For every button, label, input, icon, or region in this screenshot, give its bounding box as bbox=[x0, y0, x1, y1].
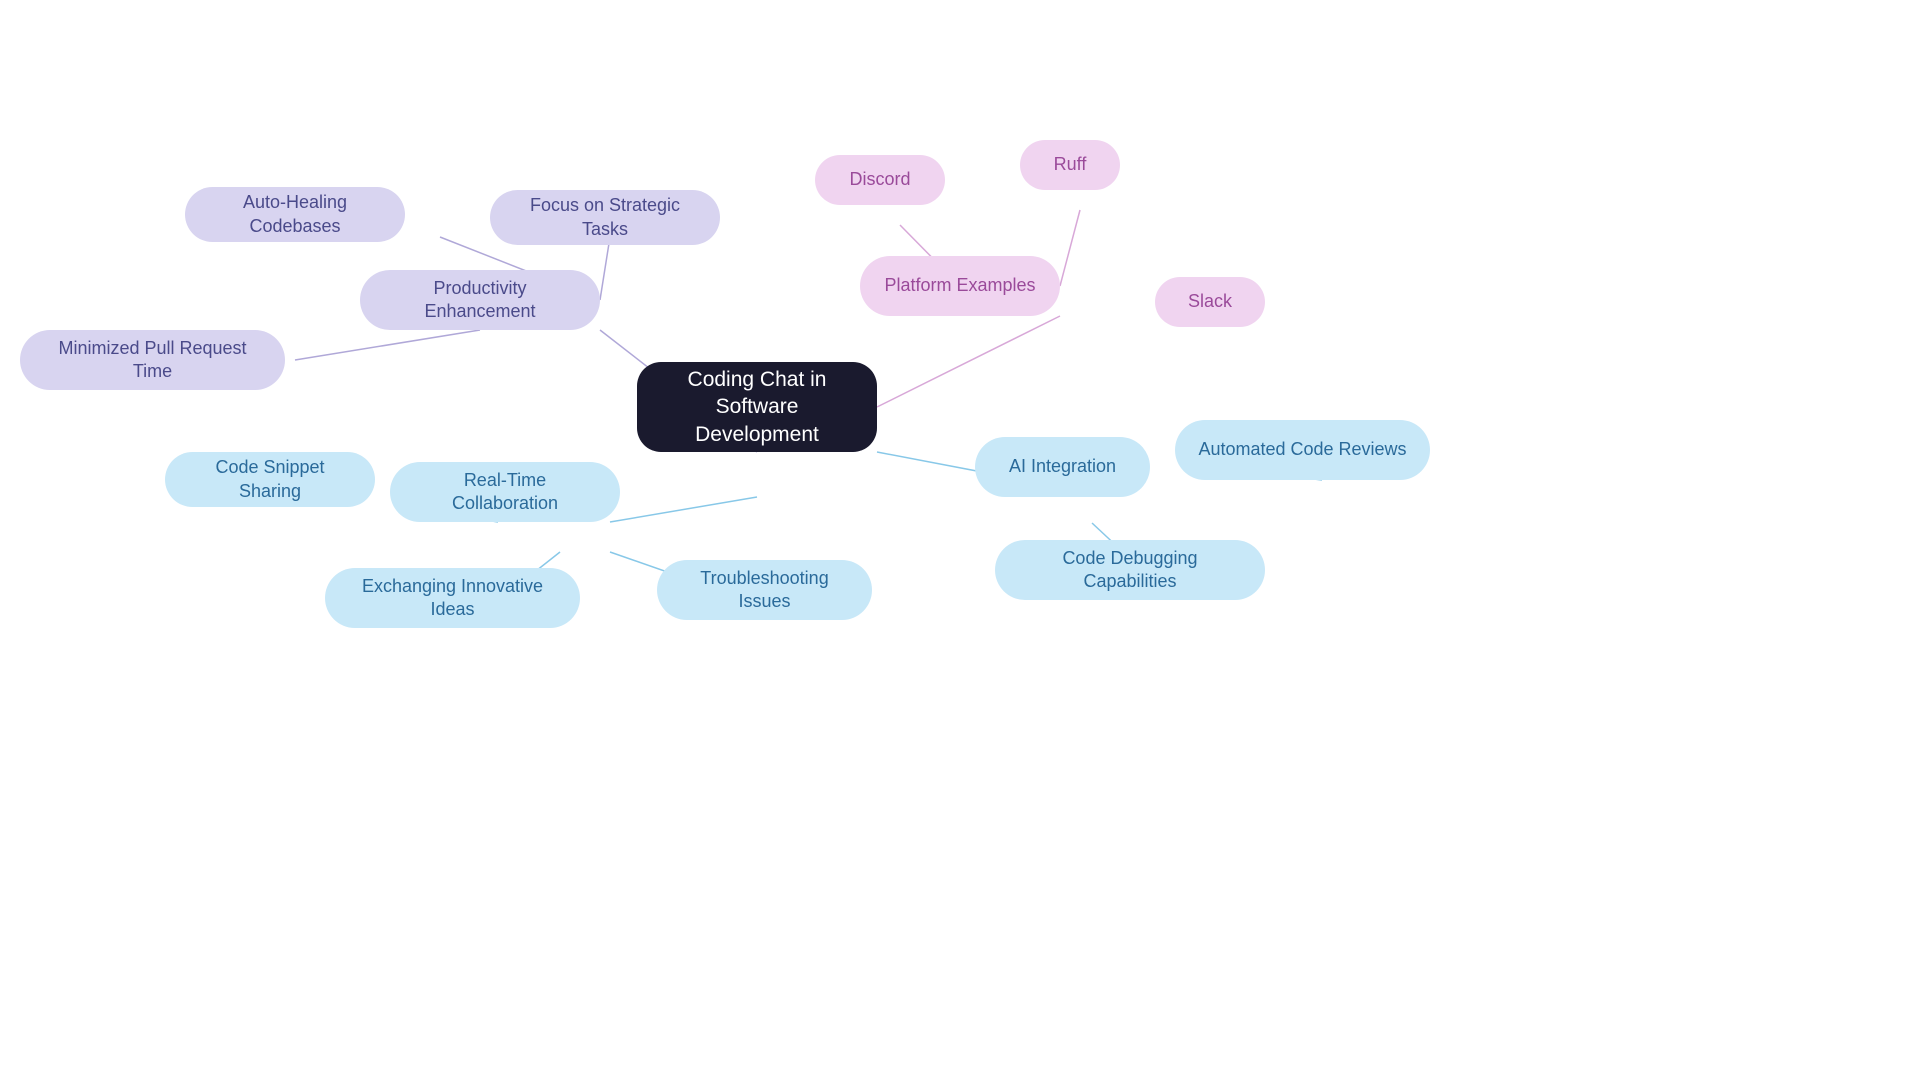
code-snippet-node: Code Snippet Sharing bbox=[165, 452, 375, 507]
automated-code-reviews-node: Automated Code Reviews bbox=[1175, 420, 1430, 480]
focus-strategic-label: Focus on Strategic Tasks bbox=[512, 194, 698, 241]
slack-node: Slack bbox=[1155, 277, 1265, 327]
auto-healing-node: Auto-Healing Codebases bbox=[185, 187, 405, 242]
code-debugging-label: Code Debugging Capabilities bbox=[1017, 547, 1243, 594]
troubleshooting-node: Troubleshooting Issues bbox=[657, 560, 872, 620]
platform-examples-label: Platform Examples bbox=[884, 274, 1035, 297]
center-node: Coding Chat in Software Development bbox=[637, 362, 877, 452]
minimized-pr-label: Minimized Pull Request Time bbox=[42, 337, 263, 384]
ruff-node: Ruff bbox=[1020, 140, 1120, 190]
mind-map-connections bbox=[0, 0, 1920, 1083]
exchanging-ideas-label: Exchanging Innovative Ideas bbox=[347, 575, 558, 622]
ruff-label: Ruff bbox=[1054, 153, 1087, 176]
code-debugging-node: Code Debugging Capabilities bbox=[995, 540, 1265, 600]
center-label: Coding Chat in Software Development bbox=[659, 366, 855, 448]
automated-code-reviews-label: Automated Code Reviews bbox=[1198, 438, 1406, 461]
minimized-pr-node: Minimized Pull Request Time bbox=[20, 330, 285, 390]
auto-healing-label: Auto-Healing Codebases bbox=[207, 191, 383, 238]
troubleshooting-label: Troubleshooting Issues bbox=[679, 567, 850, 614]
discord-node: Discord bbox=[815, 155, 945, 205]
productivity-label: Productivity Enhancement bbox=[382, 277, 578, 324]
ai-integration-node: AI Integration bbox=[975, 437, 1150, 497]
slack-label: Slack bbox=[1188, 290, 1232, 313]
discord-label: Discord bbox=[849, 168, 910, 191]
code-snippet-label: Code Snippet Sharing bbox=[187, 456, 353, 503]
ai-integration-label: AI Integration bbox=[1009, 455, 1116, 478]
exchanging-ideas-node: Exchanging Innovative Ideas bbox=[325, 568, 580, 628]
productivity-node: Productivity Enhancement bbox=[360, 270, 600, 330]
realtime-collab-label: Real-Time Collaboration bbox=[412, 469, 598, 516]
focus-strategic-node: Focus on Strategic Tasks bbox=[490, 190, 720, 245]
realtime-collab-node: Real-Time Collaboration bbox=[390, 462, 620, 522]
platform-examples-node: Platform Examples bbox=[860, 256, 1060, 316]
